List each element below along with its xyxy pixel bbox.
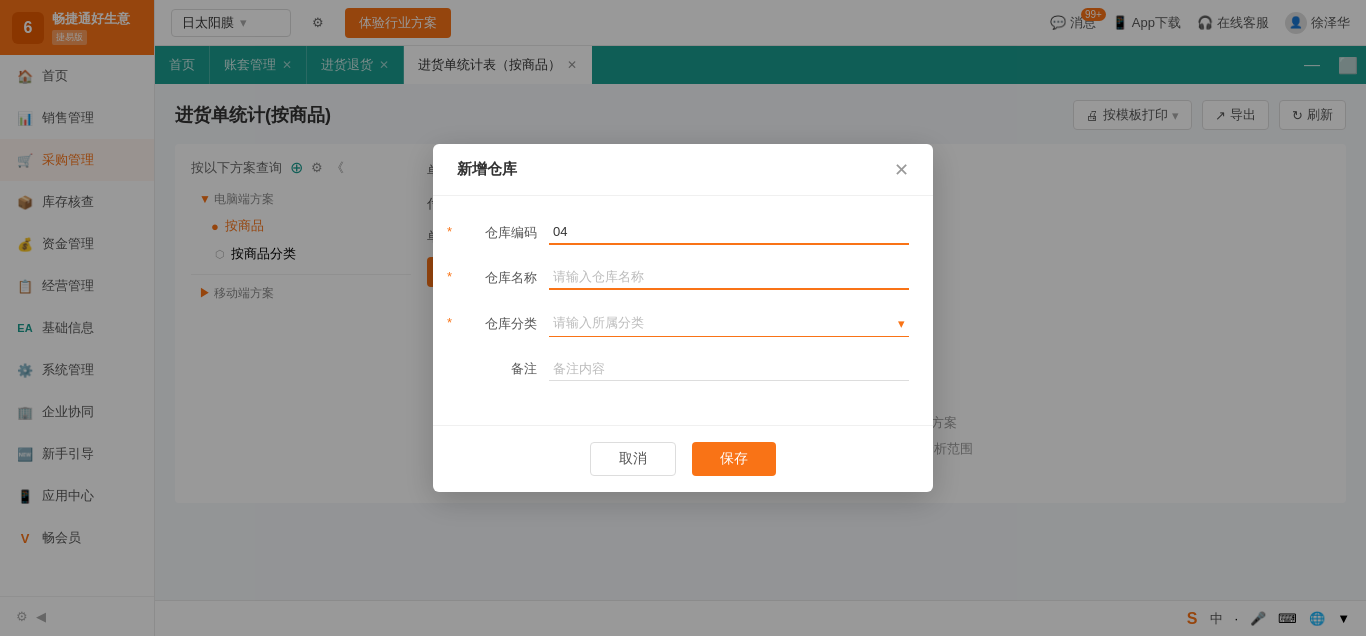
category-dropdown-icon: ▾: [898, 316, 905, 331]
modal-row-code: 仓库编码: [457, 220, 909, 245]
category-select[interactable]: 请输入所属分类 ▾: [549, 310, 909, 337]
modal-row-category: 仓库分类 请输入所属分类 ▾: [457, 310, 909, 337]
name-label: 仓库名称: [457, 269, 537, 287]
code-input[interactable]: [549, 220, 909, 245]
modal-title: 新增仓库: [457, 160, 517, 179]
modal-row-note: 备注: [457, 357, 909, 381]
cancel-button[interactable]: 取消: [590, 442, 676, 476]
modal-row-name: 仓库名称: [457, 265, 909, 290]
name-input[interactable]: [549, 265, 909, 290]
modal-close-button[interactable]: ✕: [894, 161, 909, 179]
save-button[interactable]: 保存: [692, 442, 776, 476]
modal-overlay: 新增仓库 ✕ 仓库编码 仓库名称 仓库分类 请输入所属分类 ▾: [0, 0, 1366, 636]
modal-header: 新增仓库 ✕: [433, 144, 933, 196]
add-warehouse-modal: 新增仓库 ✕ 仓库编码 仓库名称 仓库分类 请输入所属分类 ▾: [433, 144, 933, 492]
note-input[interactable]: [549, 357, 909, 381]
category-placeholder: 请输入所属分类: [553, 314, 644, 332]
modal-footer: 取消 保存: [433, 425, 933, 492]
code-label: 仓库编码: [457, 224, 537, 242]
modal-body: 仓库编码 仓库名称 仓库分类 请输入所属分类 ▾ 备注: [433, 196, 933, 425]
category-label: 仓库分类: [457, 315, 537, 333]
note-label: 备注: [457, 360, 537, 378]
